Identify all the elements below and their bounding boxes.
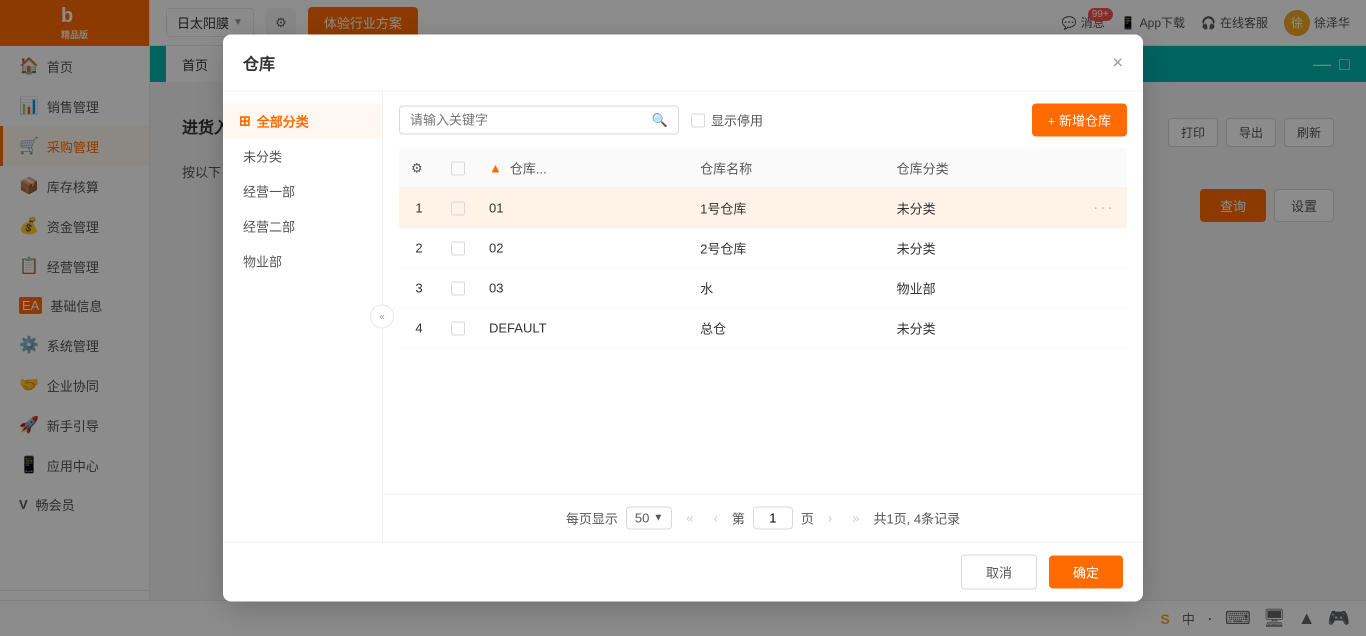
row-actions [1081,308,1127,348]
row-num: 2 [399,228,439,268]
all-categories-item[interactable]: ⊞ 全部分类 [223,104,382,139]
collapse-icon: « [379,311,385,322]
collapse-sidebar-button[interactable]: « [370,305,394,329]
th-code: ▲ 仓库... [477,149,688,189]
category-item-uncategorized[interactable]: 未分类 [223,139,382,174]
pagination-bar: 每页显示 50 ▼ « ‹ 第 页 › » 共1页, 4条记录 [383,494,1143,542]
category-label: 未分类 [243,150,282,165]
row-name: 总仓 [688,308,884,348]
select-dropdown-icon: ▼ [653,513,663,524]
next-page-button[interactable]: › [822,509,838,528]
table-row: 1 01 1号仓库 未分类 ··· [399,188,1127,228]
modal-body: ⊞ 全部分类 未分类 经营一部 经营二部 物业部 « [223,92,1143,542]
row-checkbox-cell [439,228,477,268]
category-label: 物业部 [243,255,282,270]
row-checkbox-cell [439,268,477,308]
row-category: 物业部 [885,268,1081,308]
search-input[interactable] [400,107,642,134]
all-categories-label: 全部分类 [257,112,309,131]
th-category: 仓库分类 [885,149,1081,189]
row-checkbox-cell [439,308,477,348]
sort-icon: ▲ [489,161,502,176]
new-warehouse-button[interactable]: + 新增仓库 [1032,104,1127,137]
first-page-button[interactable]: « [680,509,699,528]
row-checkbox-cell [439,188,477,228]
row-checkbox[interactable] [451,201,465,215]
show-disabled-toggle: 显示停用 [691,111,763,130]
table-row: 4 DEFAULT 总仓 未分类 [399,308,1127,348]
row-code: 01 [477,188,688,228]
last-page-button[interactable]: » [846,509,865,528]
category-item-ops1[interactable]: 经营一部 [223,174,382,209]
table-row: 2 02 2号仓库 未分类 [399,228,1127,268]
confirm-button[interactable]: 确定 [1049,556,1123,589]
row-category: 未分类 [885,308,1081,348]
row-num: 3 [399,268,439,308]
modal-main-panel: 🔍 显示停用 + 新增仓库 ⚙ [383,92,1143,542]
th-checkbox [439,149,477,189]
row-code: 02 [477,228,688,268]
th-category-label: 仓库分类 [897,162,949,177]
th-name: 仓库名称 [688,149,884,189]
category-label: 经营一部 [243,185,295,200]
row-category: 未分类 [885,188,1081,228]
row-checkbox[interactable] [451,241,465,255]
total-info: 共1页, 4条记录 [873,509,960,528]
per-page-label: 每页显示 [566,509,618,528]
category-label: 经营二部 [243,220,295,235]
row-actions [1081,228,1127,268]
settings-col-icon: ⚙ [411,160,423,175]
warehouse-modal: 仓库 × ⊞ 全部分类 未分类 经营一部 经营二部 物业部 « [223,35,1143,602]
modal-category-sidebar: ⊞ 全部分类 未分类 经营一部 经营二部 物业部 « [223,92,383,542]
modal-title: 仓库 [243,51,275,75]
row-name: 1号仓库 [688,188,884,228]
per-page-value: 50 [635,511,649,526]
row-actions-button[interactable]: ··· [1093,199,1115,216]
search-icon[interactable]: 🔍 [642,112,678,128]
page-unit: 页 [801,509,814,528]
row-actions: ··· [1081,188,1127,228]
category-item-property[interactable]: 物业部 [223,244,382,279]
prev-page-button[interactable]: ‹ [707,509,723,528]
row-category: 未分类 [885,228,1081,268]
page-word: 第 [732,509,745,528]
row-name: 水 [688,268,884,308]
th-actions [1081,149,1127,189]
row-num: 4 [399,308,439,348]
row-name: 2号仓库 [688,228,884,268]
row-num: 1 [399,188,439,228]
show-disabled-checkbox[interactable] [691,113,705,127]
row-code: 03 [477,268,688,308]
modal-header: 仓库 × [223,35,1143,92]
warehouse-table: ⚙ ▲ 仓库... [399,149,1127,349]
per-page-select[interactable]: 50 ▼ [626,507,672,530]
page-number-input[interactable] [753,507,793,530]
show-disabled-label: 显示停用 [711,111,763,130]
select-all-checkbox[interactable] [451,161,465,175]
modal-toolbar: 🔍 显示停用 + 新增仓库 [383,92,1143,149]
modal-footer: 取消 确定 [223,542,1143,602]
cancel-button[interactable]: 取消 [961,555,1037,590]
grid-icon: ⊞ [239,113,251,130]
th-name-label: 仓库名称 [700,162,752,177]
modal-search-box: 🔍 [399,106,679,135]
th-code-label: 仓库... [510,159,547,178]
table-container: ⚙ ▲ 仓库... [383,149,1143,494]
table-row: 3 03 水 物业部 [399,268,1127,308]
th-settings: ⚙ [399,149,439,189]
row-checkbox[interactable] [451,321,465,335]
row-checkbox[interactable] [451,281,465,295]
modal-close-button[interactable]: × [1112,52,1123,73]
row-actions [1081,268,1127,308]
row-code: DEFAULT [477,308,688,348]
category-item-ops2[interactable]: 经营二部 [223,209,382,244]
